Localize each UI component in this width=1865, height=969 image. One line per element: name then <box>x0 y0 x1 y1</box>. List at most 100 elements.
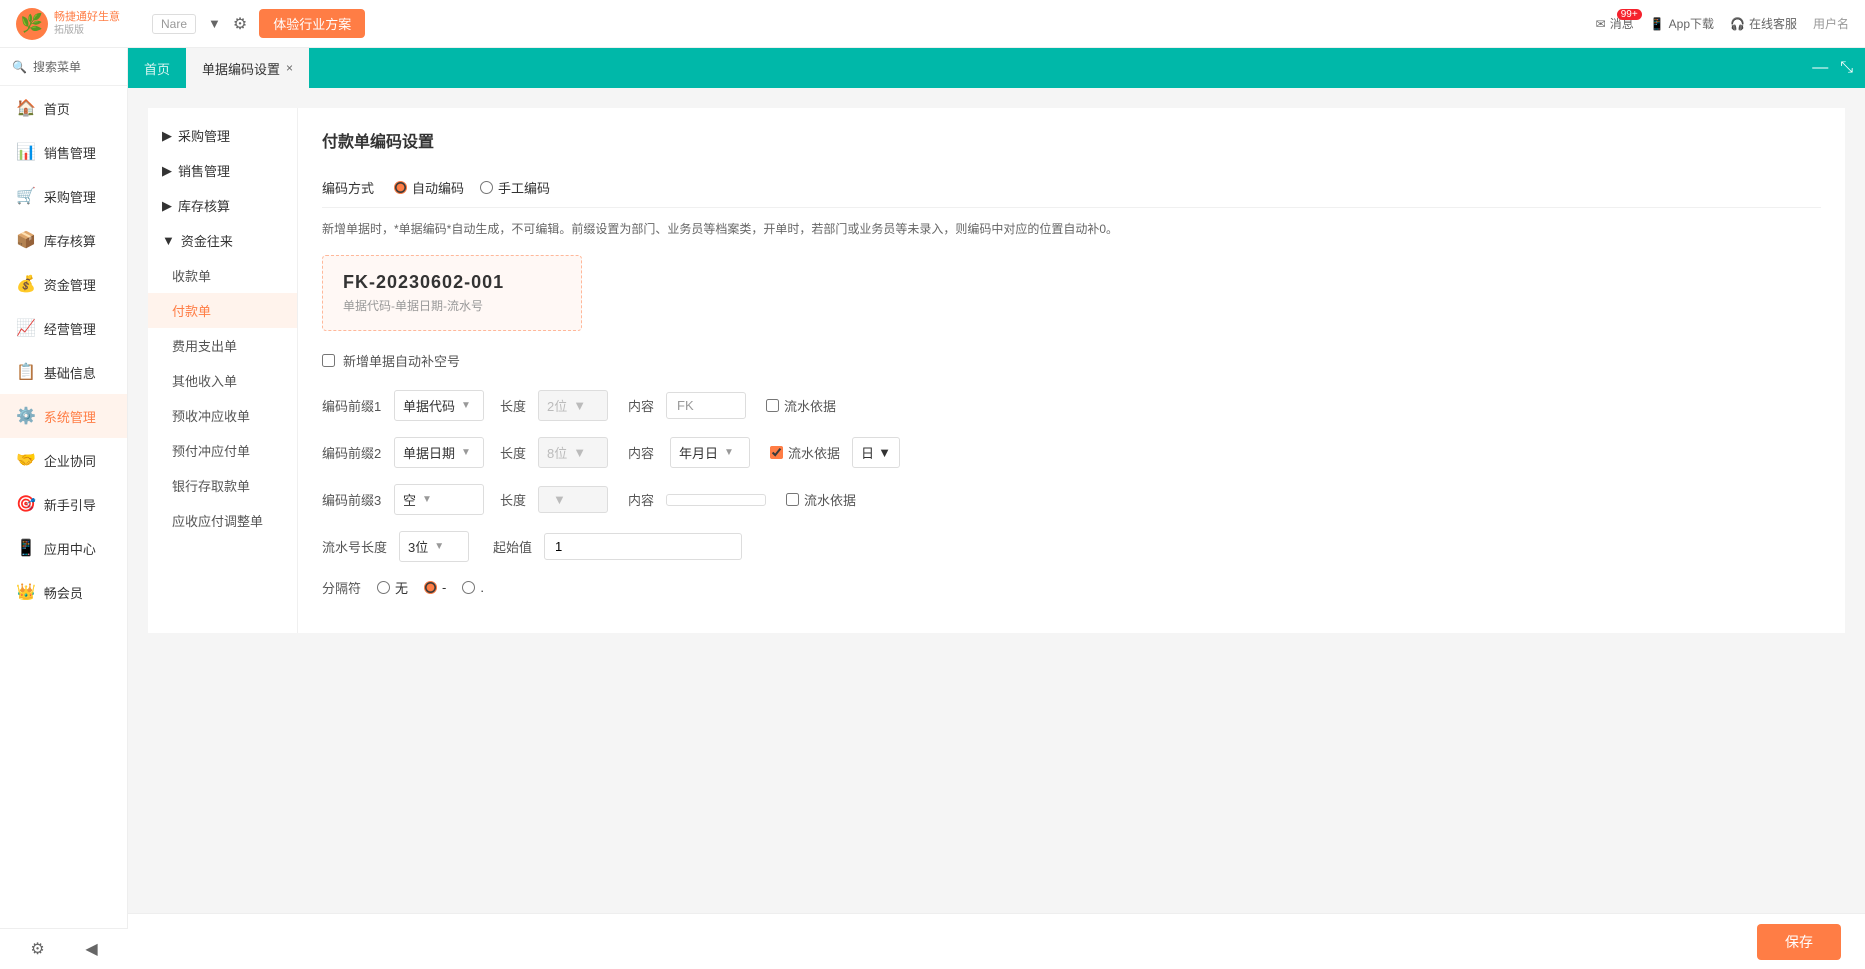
prefix2-day-select[interactable]: 日 ▼ <box>852 437 900 468</box>
prefix2-serial-checkbox[interactable] <box>770 446 783 459</box>
prefix2-select[interactable]: 单据日期 ▼ <box>394 437 484 468</box>
app-download-btn[interactable]: 📱 App下载 <box>1650 15 1714 32</box>
message-badge: 99+ <box>1617 9 1642 20</box>
submenu-item-bank[interactable]: 银行存取款单 <box>148 468 297 503</box>
auto-fill-label[interactable]: 新增单据自动补空号 <box>343 351 460 370</box>
auto-encoding-radio[interactable] <box>394 181 407 194</box>
prefix2-serial-check[interactable]: 流水依据 <box>770 443 840 462</box>
auto-encoding-option[interactable]: 自动编码 <box>394 178 464 197</box>
purchase-icon: 🛒 <box>16 186 36 206</box>
sidebar-item-business[interactable]: 📈 经营管理 <box>0 306 127 350</box>
separator-dot-option[interactable]: . <box>462 580 484 595</box>
serial-start-input[interactable] <box>544 533 742 560</box>
prefix1-label: 编码前缀1 <box>322 396 382 415</box>
prefix3-content-value <box>666 494 766 506</box>
submenu-item-pre-payment[interactable]: 预付冲应付单 <box>148 433 297 468</box>
sidebar-item-inventory[interactable]: 📦 库存核算 <box>0 218 127 262</box>
prefix2-serial-label: 流水依据 <box>788 443 840 462</box>
save-bar: 保存 <box>128 913 1865 969</box>
prefix1-row: 编码前缀1 单据代码 ▼ 长度 2位 ▼ 内容 FK 流水依据 <box>322 390 1821 421</box>
sidebar-collapse-icon[interactable]: ◀ <box>85 939 97 959</box>
separator-row: 分隔符 无 - . <box>322 578 1821 597</box>
submenu-group-inventory[interactable]: ▶ 库存核算 <box>148 188 297 223</box>
prefix1-length-select[interactable]: 2位 ▼ <box>538 390 608 421</box>
submenu-group-purchase[interactable]: ▶ 采购管理 <box>148 118 297 153</box>
sidebar-item-finance[interactable]: 💰 资金管理 <box>0 262 127 306</box>
separator-dot-radio[interactable] <box>462 581 475 594</box>
prefix3-select[interactable]: 空 ▼ <box>394 484 484 515</box>
sidebar-item-member[interactable]: 👑 畅会员 <box>0 570 127 614</box>
prefix2-row: 编码前缀2 单据日期 ▼ 长度 8位 ▼ 内容 年月日 ▼ 流水依据 <box>322 437 1821 468</box>
separator-none-option[interactable]: 无 <box>377 578 408 597</box>
sidebar-item-guide[interactable]: 🎯 新手引导 <box>0 482 127 526</box>
main-content: ▶ 采购管理 ▶ 销售管理 ▶ 库存核算 ▼ 资金往来 收款单 付款单 费用支出… <box>128 88 1865 969</box>
submenu-group-capital[interactable]: ▼ 资金往来 <box>148 223 297 258</box>
serial-length-select[interactable]: 3位 ▼ <box>399 531 469 562</box>
submenu-item-adjustment[interactable]: 应收应付调整单 <box>148 503 297 538</box>
trial-btn[interactable]: 体验行业方案 <box>259 9 365 38</box>
code-preview-value: FK-20230602-001 <box>343 272 561 293</box>
company-selector[interactable]: Nare <box>152 14 196 34</box>
search-icon: 🔍 <box>12 60 27 74</box>
submenu-group-sales[interactable]: ▶ 销售管理 <box>148 153 297 188</box>
sidebar-item-basics[interactable]: 📋 基础信息 <box>0 350 127 394</box>
sidebar-item-home[interactable]: 🏠 首页 <box>0 86 127 130</box>
sidebar-item-system[interactable]: ⚙️ 系统管理 <box>0 394 127 438</box>
prefix3-length-label: 长度 <box>500 490 526 509</box>
sidebar-search[interactable]: 🔍 搜索菜单 <box>0 48 127 86</box>
home-icon: 🏠 <box>16 98 36 118</box>
separator-dash-radio[interactable] <box>424 581 437 594</box>
prefix3-serial-checkbox[interactable] <box>786 493 799 506</box>
prefix2-length-select[interactable]: 8位 ▼ <box>538 437 608 468</box>
prefix2-content-arrow: ▼ <box>724 447 734 458</box>
prefix3-length-arrow: ▼ <box>553 492 566 507</box>
tab-bar: 首页 单据编码设置 × — ⤡ <box>128 48 1865 88</box>
logo-icon: 🌿 <box>16 8 48 40</box>
submenu-item-receipt[interactable]: 收款单 <box>148 258 297 293</box>
submenu-item-payment[interactable]: 付款单 <box>148 293 297 328</box>
manual-encoding-option[interactable]: 手工编码 <box>480 178 550 197</box>
sidebar-item-sales[interactable]: 📊 销售管理 <box>0 130 127 174</box>
company-dropdown-icon[interactable]: ▼ <box>208 16 221 31</box>
prefix2-content-select[interactable]: 年月日 ▼ <box>670 437 750 468</box>
prefix3-length-select[interactable]: ▼ <box>538 486 608 513</box>
tab-maximize-icon[interactable]: ⤡ <box>1840 59 1853 77</box>
separator-dash-option[interactable]: - <box>424 580 446 595</box>
online-service-btn[interactable]: 🎧 在线客服 <box>1730 15 1797 32</box>
tab-encoding-settings[interactable]: 单据编码设置 × <box>186 48 309 88</box>
submenu-item-expense[interactable]: 费用支出单 <box>148 328 297 363</box>
encoding-method-section: 编码方式 自动编码 手工编码 <box>322 168 1821 208</box>
prefix1-content-label: 内容 <box>628 396 654 415</box>
prefix1-serial-checkbox[interactable] <box>766 399 779 412</box>
member-icon: 👑 <box>16 582 36 602</box>
separator-none-radio[interactable] <box>377 581 390 594</box>
submenu-item-pre-receipt[interactable]: 预收冲应收单 <box>148 398 297 433</box>
user-info[interactable]: 用户名 <box>1813 15 1849 32</box>
prefix2-length-label: 长度 <box>500 443 526 462</box>
prefix1-select[interactable]: 单据代码 ▼ <box>394 390 484 421</box>
prefix3-serial-check[interactable]: 流水依据 <box>786 490 856 509</box>
top-bar-right: ✉ 消息 99+ 📱 App下载 🎧 在线客服 用户名 <box>1596 15 1849 32</box>
prefix1-serial-check[interactable]: 流水依据 <box>766 396 836 415</box>
auto-fill-checkbox[interactable] <box>322 354 335 367</box>
prefix1-serial-label: 流水依据 <box>784 396 836 415</box>
system-icon: ⚙️ <box>16 406 36 426</box>
basics-icon: 📋 <box>16 362 36 382</box>
save-button[interactable]: 保存 <box>1757 924 1841 960</box>
tab-home[interactable]: 首页 <box>128 48 186 88</box>
page-title: 付款单编码设置 <box>322 128 1821 152</box>
settings-icon[interactable]: ⚙ <box>233 14 247 34</box>
prefix3-serial-label: 流水依据 <box>804 490 856 509</box>
sidebar-item-apps[interactable]: 📱 应用中心 <box>0 526 127 570</box>
sidebar-settings-icon[interactable]: ⚙ <box>30 939 44 959</box>
tab-close-icon[interactable]: × <box>286 61 293 75</box>
sidebar-item-enterprise[interactable]: 🤝 企业协同 <box>0 438 127 482</box>
code-preview: FK-20230602-001 单据代码-单据日期-流水号 <box>322 255 582 331</box>
manual-encoding-radio[interactable] <box>480 181 493 194</box>
submenu-item-other-income[interactable]: 其他收入单 <box>148 363 297 398</box>
sidebar-item-purchase[interactable]: 🛒 采购管理 <box>0 174 127 218</box>
submenu-arrow-sales: ▶ <box>162 163 172 179</box>
tab-minimize-icon[interactable]: — <box>1812 59 1828 77</box>
app-icon: 📱 <box>1650 17 1665 31</box>
message-btn[interactable]: ✉ 消息 99+ <box>1596 15 1634 32</box>
